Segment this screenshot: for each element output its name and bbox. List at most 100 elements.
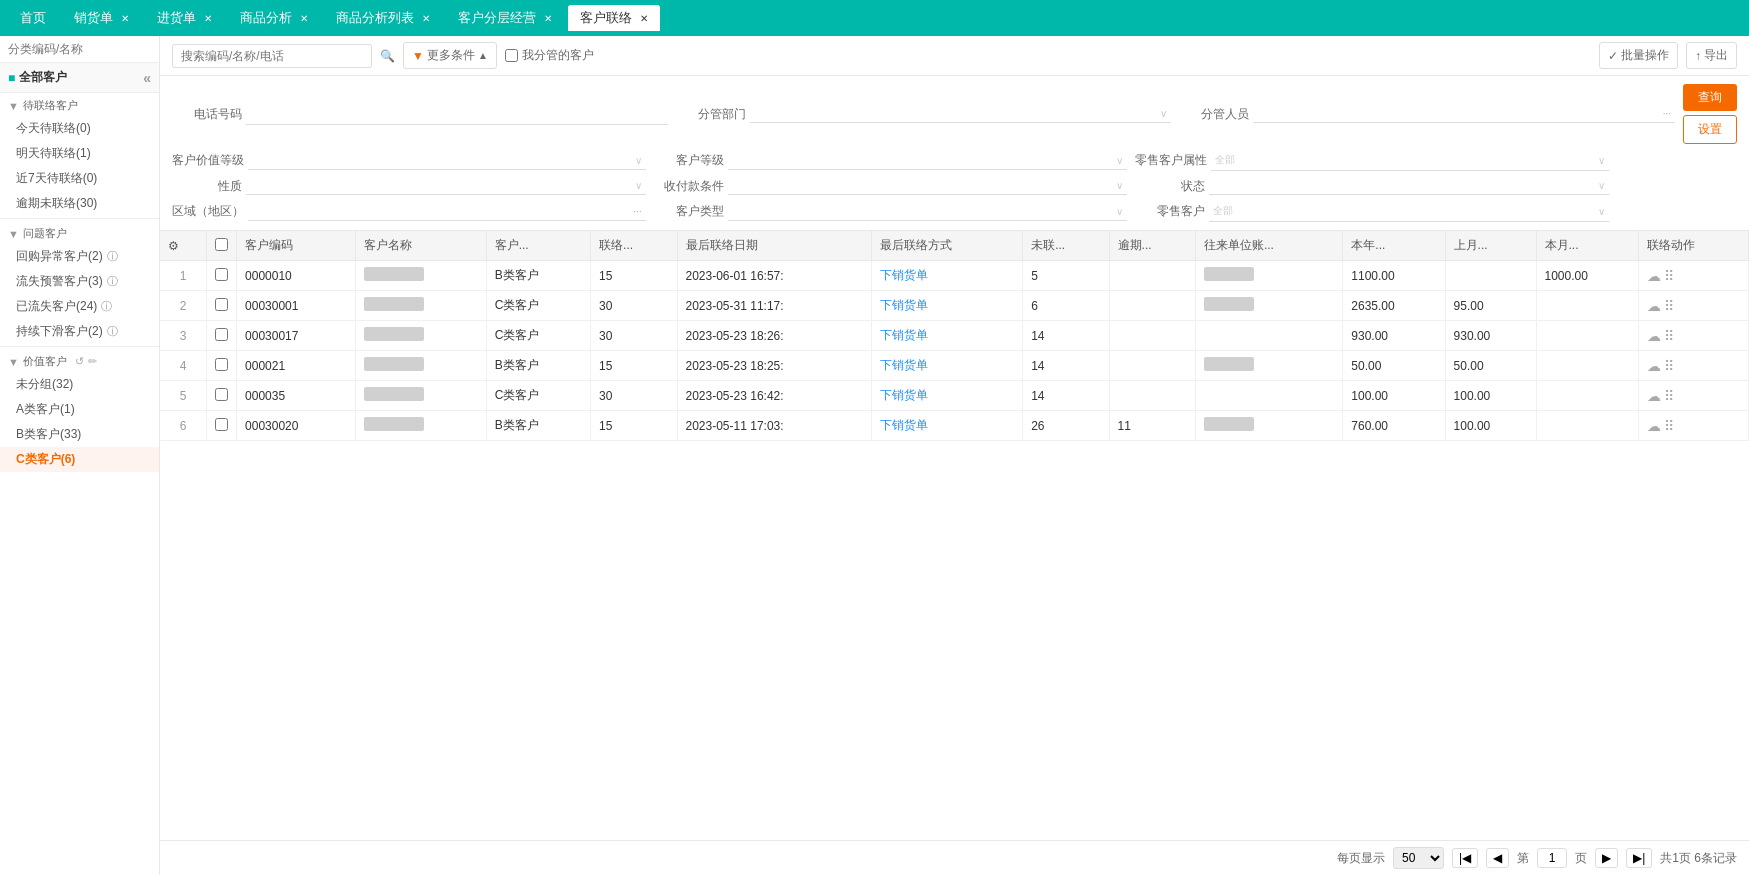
nav-purchase-close[interactable]: ✕	[204, 13, 212, 24]
page-first-button[interactable]: |◀	[1452, 848, 1478, 868]
row-more-icon-3[interactable]: ⠿	[1664, 358, 1674, 374]
filter-payment-select[interactable]: ∨	[728, 177, 1128, 195]
row-more-icon-4[interactable]: ⠿	[1664, 388, 1674, 404]
row-overdue-5: 11	[1109, 411, 1195, 441]
row-name-2	[356, 321, 486, 351]
sidebar-item-week[interactable]: 近7天待联络(0)	[0, 166, 159, 191]
sidebar-item-tomorrow[interactable]: 明天待联络(1)	[0, 141, 159, 166]
row-contact-icon-5[interactable]: ☁	[1647, 418, 1661, 434]
filter-grade-select[interactable]: ∨	[728, 152, 1128, 170]
row-more-icon-0[interactable]: ⠿	[1664, 268, 1674, 284]
row-check-1[interactable]	[207, 291, 237, 321]
sidebar-item-overdue[interactable]: 逾期未联络(30)	[0, 191, 159, 216]
page-number-input[interactable]	[1537, 848, 1567, 868]
sidebar-item-today[interactable]: 今天待联络(0)	[0, 116, 159, 141]
sidebar-item-class-b[interactable]: B类客户(33)	[0, 422, 159, 447]
nav-goods-analysis[interactable]: 商品分析 ✕	[228, 5, 320, 31]
row-check-4[interactable]	[207, 381, 237, 411]
more-conditions-button[interactable]: ▼ 更多条件 ▲	[403, 42, 497, 69]
nav-goods-analysis-list-close[interactable]: ✕	[422, 13, 430, 24]
set-button[interactable]: 设置	[1683, 115, 1737, 144]
filter-retail-customer-select[interactable]: 全部∨	[1209, 201, 1609, 222]
nav-customer-tier-close[interactable]: ✕	[544, 13, 552, 24]
sidebar-item-ungrouped[interactable]: 未分组(32)	[0, 372, 159, 397]
row-type-3: B类客户	[486, 351, 590, 381]
per-page-select[interactable]: 50 100	[1393, 847, 1444, 869]
row-contact-icon-1[interactable]: ☁	[1647, 298, 1661, 314]
row-more-icon-1[interactable]: ⠿	[1664, 298, 1674, 314]
row-last-method-1[interactable]: 下销货单	[872, 291, 1023, 321]
row-contact-4: 30	[591, 381, 677, 411]
row-more-icon-2[interactable]: ⠿	[1664, 328, 1674, 344]
row-last-method-0[interactable]: 下销货单	[872, 261, 1023, 291]
row-last-method-2[interactable]: 下销货单	[872, 321, 1023, 351]
nav-sales-close[interactable]: ✕	[121, 13, 129, 24]
nav-purchase[interactable]: 进货单 ✕	[145, 5, 224, 31]
row-contact-icon-4[interactable]: ☁	[1647, 388, 1661, 404]
filter-nature-select[interactable]: ∨	[246, 177, 646, 195]
row-name-0	[356, 261, 486, 291]
sidebar-item-abnormal[interactable]: 回购异常客户(2) ⓘ	[0, 244, 159, 269]
sidebar-item-class-c[interactable]: C类客户(6)	[0, 447, 159, 472]
row-check-3[interactable]	[207, 351, 237, 381]
nav-home[interactable]: 首页	[8, 5, 58, 31]
row-check-0[interactable]	[207, 261, 237, 291]
row-actions-2: ☁ ⠿	[1638, 321, 1748, 351]
row-contact-icon-0[interactable]: ☁	[1647, 268, 1661, 284]
row-num-5: 6	[160, 411, 207, 441]
sidebar-all-customers[interactable]: ■ 全部客户 «	[0, 63, 159, 93]
col-gear[interactable]: ⚙	[160, 231, 207, 261]
col-check[interactable]	[207, 231, 237, 261]
filter-customer-type-select[interactable]: ∨	[728, 203, 1128, 221]
row-this-year-1: 2635.00	[1343, 291, 1445, 321]
row-num-3: 4	[160, 351, 207, 381]
my-customers-checkbox-label[interactable]: 我分管的客户	[505, 47, 594, 64]
nav-customer-contact-close[interactable]: ✕	[640, 13, 648, 24]
row-check-5[interactable]	[207, 411, 237, 441]
per-page-label: 每页显示	[1337, 850, 1385, 867]
more-conditions-chevron: ▲	[478, 50, 488, 61]
my-customers-checkbox[interactable]	[505, 49, 518, 62]
filter-nature-label: 性质	[172, 178, 242, 195]
sidebar-collapse-icon[interactable]: «	[143, 70, 151, 86]
filter-status-select[interactable]: ∨	[1209, 177, 1609, 195]
sidebar-item-churned[interactable]: 已流失客户(24) ⓘ	[0, 294, 159, 319]
page-last-button[interactable]: ▶|	[1626, 848, 1652, 868]
row-actions-1: ☁ ⠿	[1638, 291, 1748, 321]
nav-sales[interactable]: 销货单 ✕	[62, 5, 141, 31]
sidebar-item-declining[interactable]: 持续下滑客户(2) ⓘ	[0, 319, 159, 344]
nav-goods-analysis-list[interactable]: 商品分析列表 ✕	[324, 5, 442, 31]
page-next-button[interactable]: ▶	[1595, 848, 1618, 868]
sidebar-item-class-a[interactable]: A类客户(1)	[0, 397, 159, 422]
sidebar-search-input[interactable]	[8, 42, 158, 56]
nav-customer-tier[interactable]: 客户分层经营 ✕	[446, 5, 564, 31]
row-last-method-4[interactable]: 下销货单	[872, 381, 1023, 411]
nav-customer-contact[interactable]: 客户联络 ✕	[568, 5, 660, 31]
export-button[interactable]: ↑ 导出	[1686, 42, 1737, 69]
query-button[interactable]: 查询	[1683, 84, 1737, 111]
row-last-method-3[interactable]: 下销货单	[872, 351, 1023, 381]
col-overdue: 逾期...	[1109, 231, 1195, 261]
filter-search-icon[interactable]: 🔍	[380, 49, 395, 63]
filter-region-select[interactable]: ···	[248, 203, 646, 221]
filter-phone-input[interactable]	[246, 104, 668, 125]
batch-operation-button[interactable]: ✓ 批量操作	[1599, 42, 1678, 69]
nav-goods-analysis-close[interactable]: ✕	[300, 13, 308, 24]
filter-manager-select[interactable]: ···	[1253, 105, 1675, 123]
row-contact-icon-3[interactable]: ☁	[1647, 358, 1661, 374]
filter-search-input[interactable]	[172, 44, 372, 68]
filter-value-grade-select[interactable]: ∨	[248, 152, 646, 170]
filter-dept-select[interactable]: ∨	[750, 105, 1172, 123]
filter-retail-attr-select[interactable]: 全部∨	[1211, 150, 1609, 171]
row-last-method-5[interactable]: 下销货单	[872, 411, 1023, 441]
row-this-month-1	[1536, 291, 1638, 321]
row-check-2[interactable]	[207, 321, 237, 351]
row-more-icon-5[interactable]: ⠿	[1664, 418, 1674, 434]
sidebar-item-churn-warning[interactable]: 流失预警客户(3) ⓘ	[0, 269, 159, 294]
row-no-contact-2: 14	[1023, 321, 1109, 351]
select-all-checkbox[interactable]	[215, 238, 228, 251]
filter-value-grade: 客户价值等级 ∨	[172, 152, 646, 170]
page-prev-button[interactable]: ◀	[1486, 848, 1509, 868]
row-no-contact-3: 14	[1023, 351, 1109, 381]
row-contact-icon-2[interactable]: ☁	[1647, 328, 1661, 344]
